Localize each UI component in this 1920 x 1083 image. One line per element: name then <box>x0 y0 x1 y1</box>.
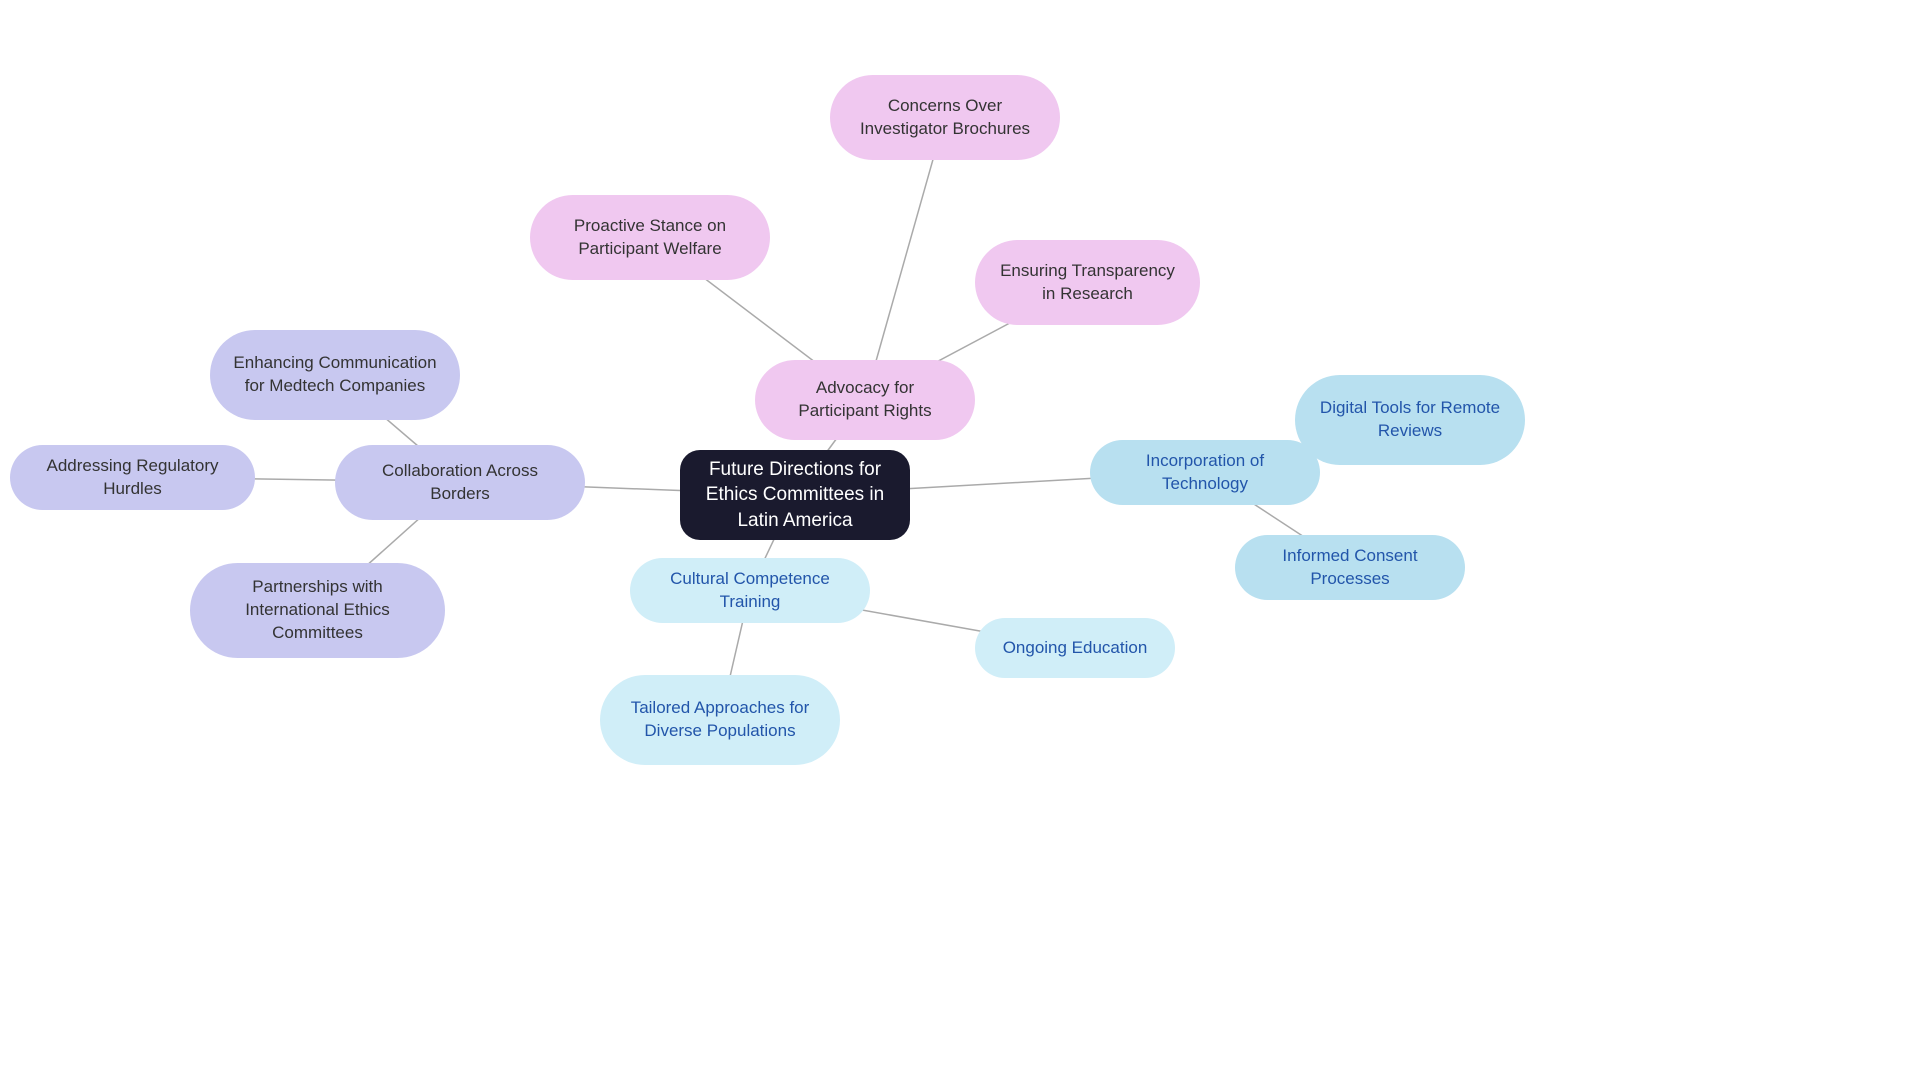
transparency-node[interactable]: Ensuring Transparency in Research <box>975 240 1200 325</box>
informed-consent-node[interactable]: Informed Consent Processes <box>1235 535 1465 600</box>
tailored-node[interactable]: Tailored Approaches for Diverse Populati… <box>600 675 840 765</box>
enhancing-node[interactable]: Enhancing Communication for Medtech Comp… <box>210 330 460 420</box>
cultural-node[interactable]: Cultural Competence Training <box>630 558 870 623</box>
digital-tools-node[interactable]: Digital Tools for Remote Reviews <box>1295 375 1525 465</box>
partnerships-node[interactable]: Partnerships with International Ethics C… <box>190 563 445 658</box>
ongoing-node[interactable]: Ongoing Education <box>975 618 1175 678</box>
proactive-node[interactable]: Proactive Stance on Participant Welfare <box>530 195 770 280</box>
advocacy-node[interactable]: Advocacy for Participant Rights <box>755 360 975 440</box>
collaboration-node[interactable]: Collaboration Across Borders <box>335 445 585 520</box>
center-node[interactable]: Future Directions for Ethics Committees … <box>680 450 910 540</box>
incorporation-node[interactable]: Incorporation of Technology <box>1090 440 1320 505</box>
concerns-node[interactable]: Concerns Over Investigator Brochures <box>830 75 1060 160</box>
addressing-node[interactable]: Addressing Regulatory Hurdles <box>10 445 255 510</box>
